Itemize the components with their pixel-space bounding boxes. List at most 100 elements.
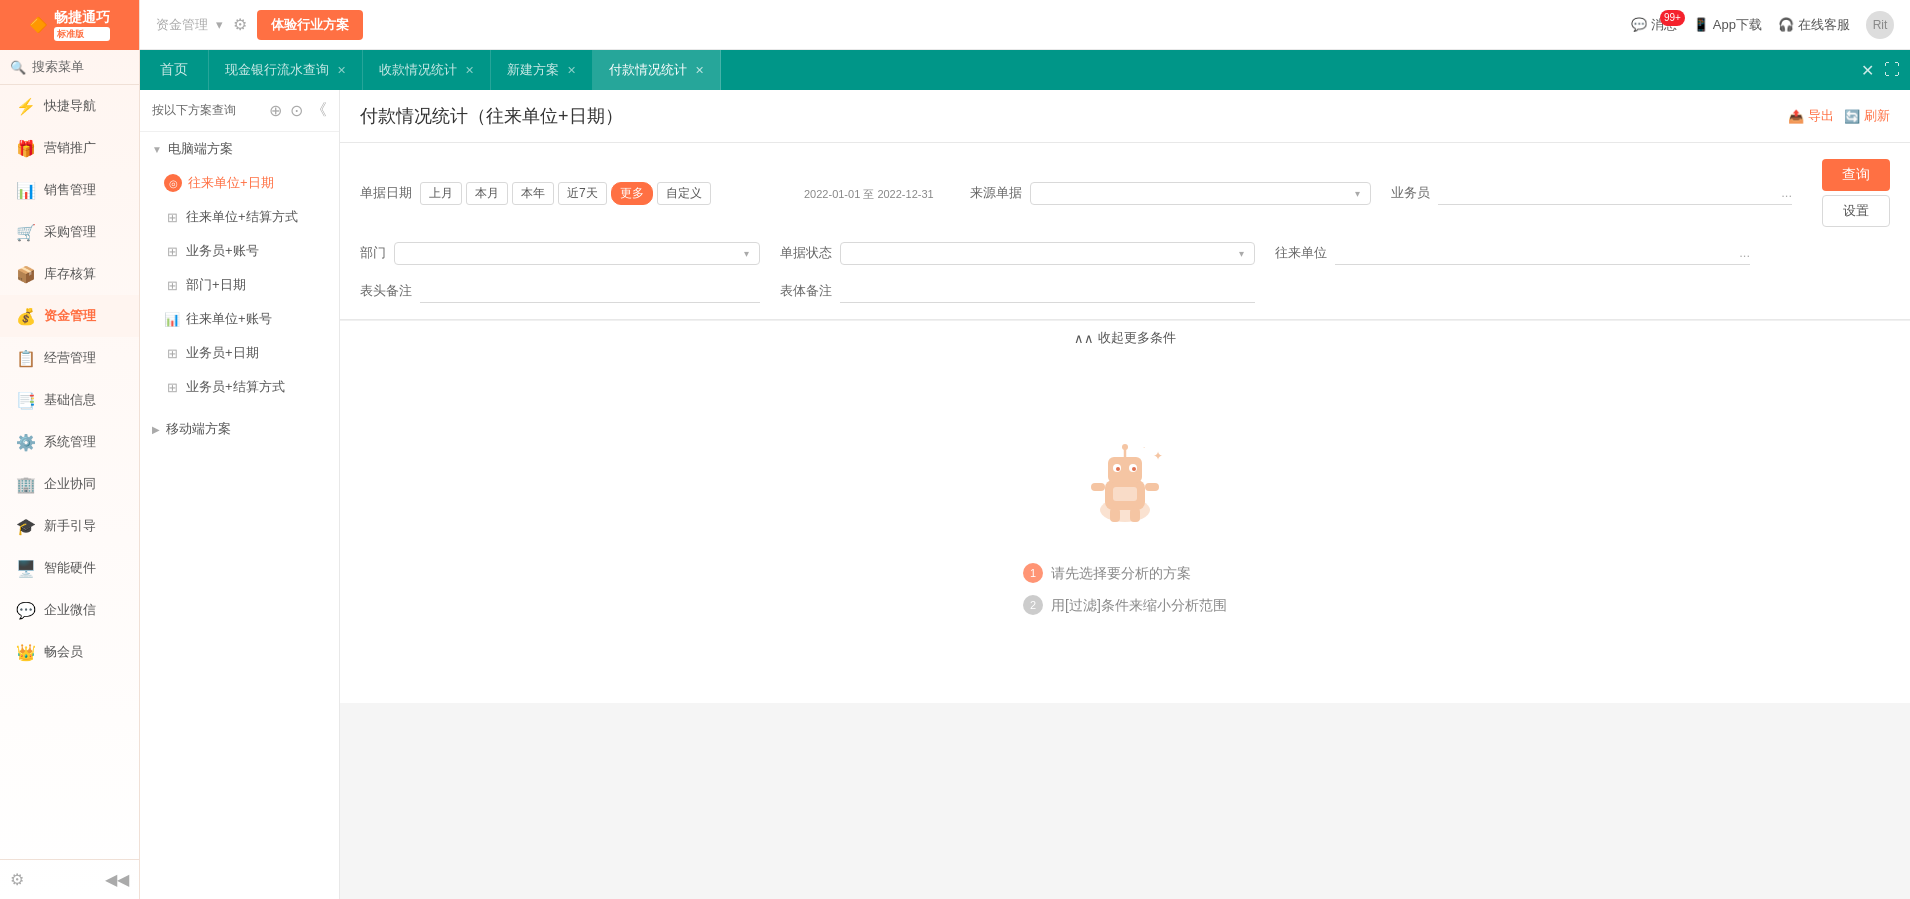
export-button[interactable]: 📤 导出 (1788, 107, 1834, 125)
capital-icon: 💰 (16, 306, 36, 326)
voucher-status-select[interactable]: ▾ (840, 242, 1255, 265)
sidebar-item-basic-info[interactable]: 📑 基础信息 (0, 379, 139, 421)
sidebar-item-label: 畅会员 (44, 643, 83, 661)
panel-item-label: 业务员+日期 (186, 344, 259, 362)
sidebar-item-capital[interactable]: 💰 资金管理 (0, 295, 139, 337)
filter-row-1: 单据日期 上月 本月 本年 近7天 更多 自定义 2022-01-01 至 20 (360, 159, 1890, 227)
tab-bank-flow-close-icon[interactable]: ✕ (337, 64, 346, 77)
collapse-label: 收起更多条件 (1098, 329, 1176, 347)
date-btn-custom[interactable]: 自定义 (657, 182, 711, 205)
tab-new-plan-close-icon[interactable]: ✕ (567, 64, 576, 77)
panel-item-dept-date[interactable]: ⊞ 部门+日期 (140, 268, 339, 302)
header-note-input[interactable] (420, 279, 760, 303)
date-btn-this-year[interactable]: 本年 (512, 182, 554, 205)
panel-item-counterparty-date[interactable]: ◎ 往来单位+日期 (140, 166, 339, 200)
tab-close-all-icon[interactable]: ✕ (1861, 61, 1874, 80)
headset-icon: 🎧 (1778, 17, 1794, 32)
collapse-sidebar-icon[interactable]: ◀◀ (105, 870, 129, 889)
body-note-input[interactable] (840, 279, 1255, 303)
svg-rect-11 (1110, 508, 1120, 522)
date-btn-7days[interactable]: 近7天 (558, 182, 607, 205)
sidebar-item-vip[interactable]: 👑 畅会员 (0, 631, 139, 673)
collapse-more-conditions-button[interactable]: ∧∧ 收起更多条件 (340, 320, 1910, 355)
avatar[interactable]: Rit (1866, 11, 1894, 39)
header-chevron-icon: ▾ (216, 17, 223, 32)
refresh-button[interactable]: 🔄 刷新 (1844, 107, 1890, 125)
panel-item-counterparty-account[interactable]: 📊 往来单位+账号 (140, 302, 339, 336)
sidebar-item-label: 经营管理 (44, 349, 96, 367)
panel-item-label: 往来单位+结算方式 (186, 208, 298, 226)
source-select[interactable]: ▾ (1030, 182, 1371, 205)
sidebar-item-label: 基础信息 (44, 391, 96, 409)
panel-item-salesperson-settlement[interactable]: ⊞ 业务员+结算方式 (140, 370, 339, 404)
panel-item-salesperson-date[interactable]: ⊞ 业务员+日期 (140, 336, 339, 370)
date-btn-more[interactable]: 更多 (611, 182, 653, 205)
tab-new-plan[interactable]: 新建方案 ✕ (491, 50, 593, 90)
sidebar-item-wechat[interactable]: 💬 企业微信 (0, 589, 139, 631)
sidebar-item-guide[interactable]: 🎓 新手引导 (0, 505, 139, 547)
salesperson-input-area[interactable]: ... (1438, 181, 1792, 205)
query-button[interactable]: 查询 (1822, 159, 1890, 191)
sidebar-item-system[interactable]: ⚙️ 系统管理 (0, 421, 139, 463)
svg-text:✦: ✦ (1153, 449, 1163, 463)
left-panel-header-actions: ⊕ ⊙ 《 (269, 100, 327, 121)
filter-source: 来源单据 ▾ (970, 182, 1371, 205)
tab-payment-stats[interactable]: 付款情况统计 ✕ (593, 50, 721, 90)
panel-item-chart-icon: 📊 (164, 311, 180, 327)
right-content: 付款情况统计（往来单位+日期） 📤 导出 🔄 刷新 单据日期 (340, 90, 1910, 899)
svg-point-6 (1132, 467, 1136, 471)
sidebar-item-smart-hw[interactable]: 🖥️ 智能硬件 (0, 547, 139, 589)
message-button[interactable]: 💬 消息 99+ (1631, 16, 1677, 34)
step2-circle: 2 (1023, 595, 1043, 615)
sidebar-item-enterprise[interactable]: 🏢 企业协同 (0, 463, 139, 505)
online-service-button[interactable]: 🎧 在线客服 (1778, 16, 1850, 34)
counterparty-input-area[interactable]: ... (1335, 241, 1750, 265)
date-btn-this-month[interactable]: 本月 (466, 182, 508, 205)
sidebar-item-sales[interactable]: 📊 销售管理 (0, 169, 139, 211)
export-icon: 📤 (1788, 109, 1804, 124)
search-icon: 🔍 (10, 60, 26, 75)
system-icon: ⚙️ (16, 432, 36, 452)
marketing-icon: 🎁 (16, 138, 36, 158)
trial-button[interactable]: 体验行业方案 (257, 10, 363, 40)
filter-row-2: 部门 ▾ 单据状态 ▾ 往来单位 ... (360, 241, 1890, 265)
mobile-section-label: 移动端方案 (166, 420, 231, 438)
sidebar-logo: 🔶 畅捷通巧 标准版 (0, 0, 139, 50)
voucher-status-chevron-icon: ▾ (1239, 248, 1244, 259)
panel-item-label: 往来单位+日期 (188, 174, 274, 192)
vip-icon: 👑 (16, 642, 36, 662)
tab-home[interactable]: 首页 (140, 50, 209, 90)
tab-bank-flow-label: 现金银行流水查询 (225, 61, 329, 79)
settings-icon[interactable]: ⚙ (10, 870, 24, 889)
mobile-section-header[interactable]: ▶ 移动端方案 (140, 412, 339, 446)
pc-section-header[interactable]: ▼ 电脑端方案 (140, 132, 339, 166)
sidebar-item-purchase[interactable]: 🛒 采购管理 (0, 211, 139, 253)
search-menu[interactable]: 🔍 搜索菜单 (0, 50, 139, 85)
tab-receipt-stats[interactable]: 收款情况统计 ✕ (363, 50, 491, 90)
tab-bank-flow[interactable]: 现金银行流水查询 ✕ (209, 50, 363, 90)
dept-select[interactable]: ▾ (394, 242, 760, 265)
app-download-label: App下载 (1713, 16, 1762, 34)
tab-expand-icon[interactable]: ⛶ (1884, 61, 1900, 79)
pc-section-label: 电脑端方案 (168, 140, 233, 158)
tab-payment-stats-close-icon[interactable]: ✕ (695, 64, 704, 77)
panel-item-counterparty-settlement[interactable]: ⊞ 往来单位+结算方式 (140, 200, 339, 234)
add-scheme-icon[interactable]: ⊕ (269, 101, 282, 120)
panel-item-salesperson-account[interactable]: ⊞ 业务员+账号 (140, 234, 339, 268)
panel-item-label: 业务员+账号 (186, 242, 259, 260)
svg-rect-12 (1130, 508, 1140, 522)
app-download-button[interactable]: 📱 App下载 (1693, 16, 1762, 34)
sidebar-item-marketing[interactable]: 🎁 营销推广 (0, 127, 139, 169)
date-btn-last-month[interactable]: 上月 (420, 182, 462, 205)
collapse-panel-icon[interactable]: 《 (311, 100, 327, 121)
sidebar-item-inventory[interactable]: 📦 库存核算 (0, 253, 139, 295)
header-note-label: 表头备注 (360, 282, 412, 300)
header-gear-icon[interactable]: ⚙ (233, 15, 247, 34)
sidebar-item-quick-nav[interactable]: ⚡ 快捷导航 (0, 85, 139, 127)
svg-text:·: · (1143, 443, 1145, 452)
settings-button[interactable]: 设置 (1822, 195, 1890, 227)
sidebar-item-operation[interactable]: 📋 经营管理 (0, 337, 139, 379)
tab-receipt-stats-close-icon[interactable]: ✕ (465, 64, 474, 77)
filter-row-3: 表头备注 表体备注 (360, 279, 1890, 303)
scheme-settings-icon[interactable]: ⊙ (290, 101, 303, 120)
